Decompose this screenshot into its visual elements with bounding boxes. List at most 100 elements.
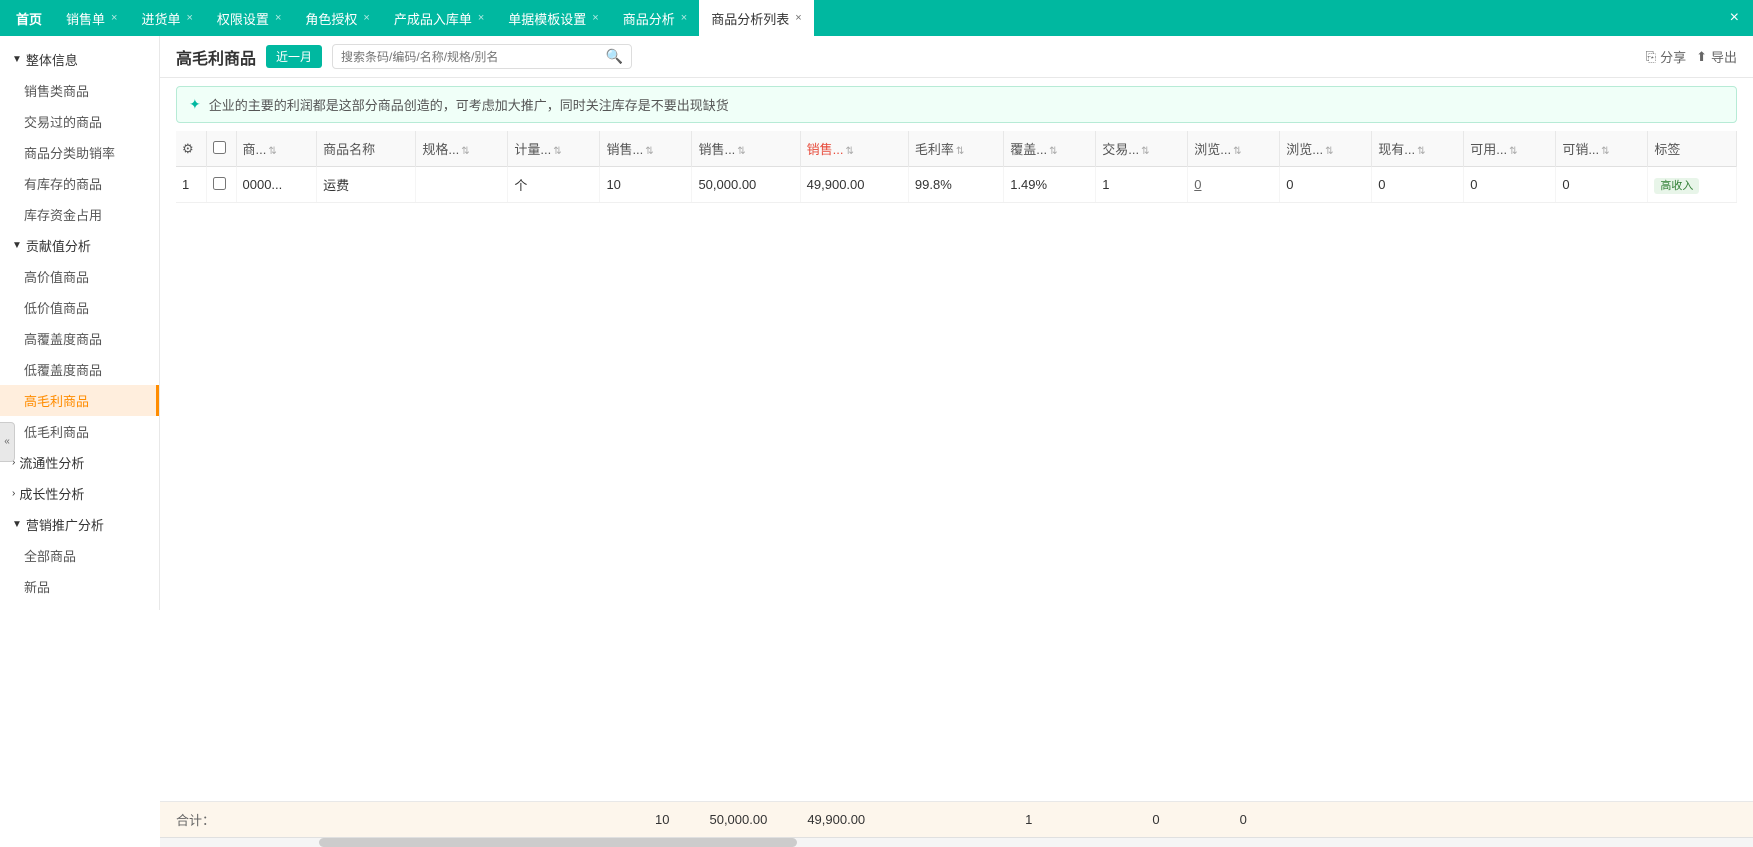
sort-icon-transactions[interactable]: ⇅ — [1141, 146, 1149, 157]
nav-tab-analysis-list[interactable]: 商品分析列表 × — [699, 0, 813, 36]
sort-icon-spec[interactable]: ⇅ — [461, 146, 469, 157]
cell-views2: 0 — [1280, 167, 1372, 203]
sidebar-wrapper: ▼ 整体信息 销售类商品 交易过的商品 商品分类助销率 有库存的商品 库存资金占… — [0, 36, 160, 847]
nav-tab-purchase[interactable]: 进货单 × — [129, 0, 204, 36]
footer-label: 合计： — [176, 810, 215, 829]
close-analysis-list-tab[interactable]: × — [795, 12, 801, 24]
sidebar-item-low-coverage[interactable]: 低覆盖度商品 — [0, 354, 159, 385]
col-gross-rate: 毛利率⇅ — [908, 131, 1003, 167]
sidebar-item-in-stock[interactable]: 有库存的商品 — [0, 168, 159, 199]
col-sales-qty: 销售...⇅ — [600, 131, 692, 167]
col-checkbox[interactable] — [206, 131, 236, 167]
sort-icon-sales-profit[interactable]: ⇅ — [846, 146, 854, 157]
search-icon[interactable]: 🔍 — [606, 48, 623, 65]
cell-sales-amount: 50,000.00 — [692, 167, 800, 203]
nav-tab-product-in[interactable]: 产成品入库单 × — [382, 0, 496, 36]
table-container: ⚙ 商...⇅ 商品名称 规格...⇅ 计量...⇅ 销售...⇅ 销售...⇅… — [160, 131, 1753, 801]
sort-icon-gross-rate[interactable]: ⇅ — [956, 146, 964, 157]
sort-icon-views1[interactable]: ⇅ — [1233, 146, 1241, 157]
col-sellable-stock: 可销...⇅ — [1556, 131, 1648, 167]
nav-tab-sales[interactable]: 销售单 × — [54, 0, 129, 36]
content-header: 高毛利商品 近一月 🔍 ⎘ 分享 ⬆ 导出 — [160, 36, 1753, 78]
row-checkbox[interactable] — [213, 177, 226, 190]
share-button[interactable]: ⎘ 分享 — [1646, 47, 1686, 66]
sidebar-item-high-margin[interactable]: 高毛利商品 — [0, 385, 159, 416]
close-template-tab[interactable]: × — [592, 12, 598, 24]
close-analysis-tab[interactable]: × — [681, 12, 687, 24]
sort-icon-code[interactable]: ⇅ — [268, 146, 276, 157]
time-filter-button[interactable]: 近一月 — [266, 45, 322, 68]
nav-tab-template[interactable]: 单据模板设置 × — [496, 0, 610, 36]
sidebar-item-all-goods[interactable]: 全部商品 — [0, 540, 159, 571]
col-spec: 规格...⇅ — [416, 131, 508, 167]
footer-transactions: 1 — [1025, 812, 1032, 827]
close-role-tab[interactable]: × — [363, 12, 369, 24]
close-all-button[interactable]: × — [1720, 9, 1749, 27]
sort-icon-sales-qty[interactable]: ⇅ — [645, 146, 653, 157]
footer-sellable-stock: 0 — [1240, 812, 1247, 827]
content-area: 高毛利商品 近一月 🔍 ⎘ 分享 ⬆ 导出 ✦ 企业的主要的利润都是这部分商品创… — [160, 36, 1753, 847]
close-purchase-tab[interactable]: × — [186, 12, 192, 24]
export-button[interactable]: ⬆ 导出 — [1696, 47, 1737, 66]
sort-icon-available-stock[interactable]: ⇅ — [1509, 146, 1517, 157]
table-row: 1 0000... 运费 个 10 50,000.00 49,900.00 99… — [176, 167, 1737, 203]
cell-tag: 高收入 — [1648, 167, 1737, 203]
cell-transactions: 1 — [1096, 167, 1188, 203]
nav-tab-permission[interactable]: 权限设置 × — [205, 0, 293, 36]
sort-icon-sales-amount[interactable]: ⇅ — [737, 146, 745, 157]
nav-tab-role[interactable]: 角色授权 × — [293, 0, 381, 36]
bottom-scrollbar[interactable] — [160, 837, 1753, 847]
sidebar-group-contribution[interactable]: ▼ 贡献值分析 — [0, 230, 159, 261]
cell-current-stock: 0 — [1372, 167, 1464, 203]
cell-checkbox[interactable] — [206, 167, 236, 203]
select-all-checkbox[interactable] — [213, 141, 226, 154]
sidebar-item-sales-goods[interactable]: 销售类商品 — [0, 75, 159, 106]
share-icon: ⎘ — [1646, 49, 1656, 65]
header-actions: ⎘ 分享 ⬆ 导出 — [1646, 47, 1737, 66]
sort-icon-sellable-stock[interactable]: ⇅ — [1601, 146, 1609, 157]
sidebar-group-flow[interactable]: › 流通性分析 — [0, 447, 159, 478]
cell-available-stock: 0 — [1464, 167, 1556, 203]
info-banner-text: 企业的主要的利润都是这部分商品创造的，可考虑加大推广，同时关注库存是不要出现缺货 — [209, 95, 729, 114]
sidebar-item-traded-goods[interactable]: 交易过的商品 — [0, 106, 159, 137]
top-navigation: 首页 销售单 × 进货单 × 权限设置 × 角色授权 × 产成品入库单 × 单据… — [0, 0, 1753, 36]
sidebar-item-stock-capital[interactable]: 库存资金占用 — [0, 199, 159, 230]
sort-icon-views2[interactable]: ⇅ — [1325, 146, 1333, 157]
footer-sales-amount: 50,000.00 — [709, 812, 767, 827]
cell-views1[interactable]: 0 — [1188, 167, 1280, 203]
sort-icon-current-stock[interactable]: ⇅ — [1417, 146, 1425, 157]
close-sales-tab[interactable]: × — [111, 12, 117, 24]
arrow-contribution: ▼ — [12, 240, 22, 251]
sort-icon-coverage[interactable]: ⇅ — [1049, 146, 1057, 157]
sort-icon-unit[interactable]: ⇅ — [553, 146, 561, 157]
col-settings[interactable]: ⚙ — [176, 131, 206, 167]
close-product-in-tab[interactable]: × — [478, 12, 484, 24]
sidebar-item-low-margin[interactable]: 低毛利商品 — [0, 416, 159, 447]
sidebar-item-high-value[interactable]: 高价值商品 — [0, 261, 159, 292]
sidebar-item-category-assist[interactable]: 商品分类助销率 — [0, 137, 159, 168]
nav-tab-analysis[interactable]: 商品分析 × — [611, 0, 699, 36]
sidebar-collapse-button[interactable]: « — [0, 422, 15, 462]
data-table: ⚙ 商...⇅ 商品名称 规格...⇅ 计量...⇅ 销售...⇅ 销售...⇅… — [176, 131, 1737, 203]
cell-code: 0000... — [236, 167, 317, 203]
cell-sales-profit: 49,900.00 — [800, 167, 908, 203]
col-sales-amount: 销售...⇅ — [692, 131, 800, 167]
nav-tab-home[interactable]: 首页 — [4, 0, 54, 36]
cell-spec — [416, 167, 508, 203]
export-icon: ⬆ — [1696, 49, 1707, 65]
search-input[interactable] — [341, 50, 606, 64]
col-available-stock: 可用...⇅ — [1464, 131, 1556, 167]
sidebar-group-overall[interactable]: ▼ 整体信息 — [0, 44, 159, 75]
sidebar-group-growth[interactable]: › 成长性分析 — [0, 478, 159, 509]
scrollbar-thumb — [319, 838, 797, 847]
sidebar-group-marketing[interactable]: ▼ 营销推广分析 — [0, 509, 159, 540]
sidebar-item-low-value[interactable]: 低价值商品 — [0, 292, 159, 323]
footer-current-stock: 0 — [1152, 812, 1159, 827]
footer-summary: 合计： 10 50,000.00 49,900.00 1 0 0 — [160, 801, 1753, 837]
info-icon: ✦ — [189, 96, 201, 113]
sidebar-item-new-goods[interactable]: 新品 — [0, 571, 159, 602]
close-permission-tab[interactable]: × — [275, 12, 281, 24]
cell-sellable-stock: 0 — [1556, 167, 1648, 203]
sidebar-item-high-coverage[interactable]: 高覆盖度商品 — [0, 323, 159, 354]
col-coverage: 覆盖...⇅ — [1004, 131, 1096, 167]
